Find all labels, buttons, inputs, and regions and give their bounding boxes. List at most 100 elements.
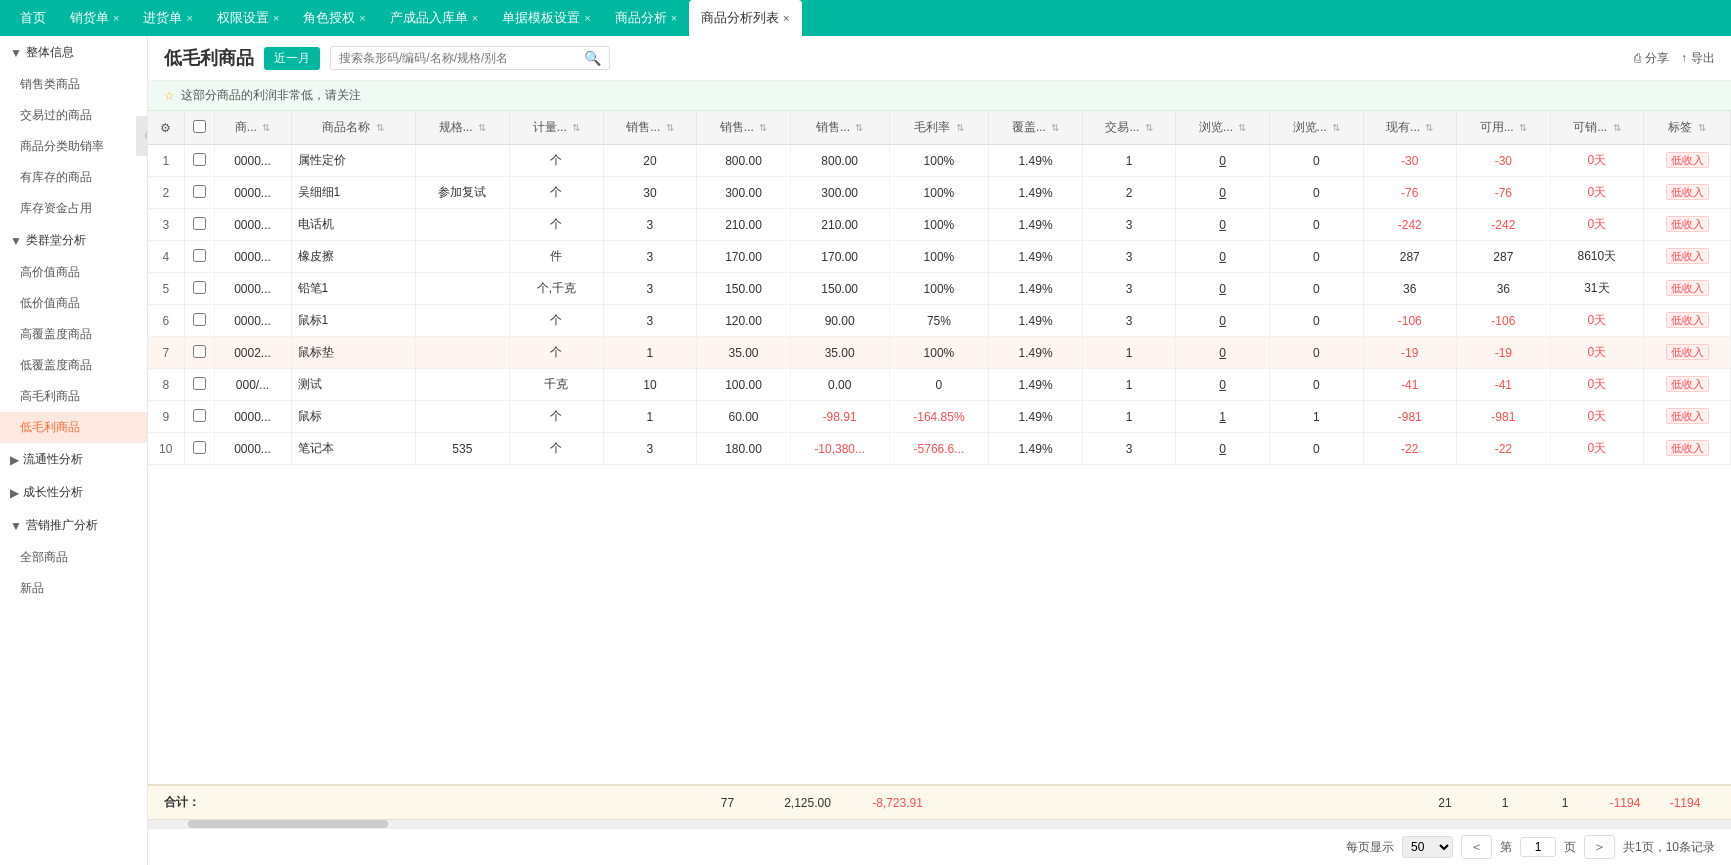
col-current-stock[interactable]: 现有... ⇅: [1363, 111, 1457, 145]
sidebar-item-traded-products[interactable]: 交易过的商品: [0, 100, 147, 131]
prev-page-button[interactable]: ＜: [1461, 835, 1492, 859]
row-checkbox-cell[interactable]: [184, 401, 214, 433]
row-checkbox-cell[interactable]: [184, 273, 214, 305]
nav-purchase-order[interactable]: 进货单 ×: [131, 0, 204, 36]
export-button[interactable]: ↑ 导出: [1681, 50, 1715, 67]
nav-product-analysis-list[interactable]: 商品分析列表 ×: [689, 0, 801, 36]
col-code[interactable]: 商... ⇅: [214, 111, 291, 145]
row-checkbox-cell[interactable]: [184, 209, 214, 241]
row-checkbox-cell[interactable]: [184, 145, 214, 177]
row-checkbox[interactable]: [193, 153, 206, 166]
sidebar-item-new-products[interactable]: 新品: [0, 573, 147, 604]
sidebar-group-cluster[interactable]: ▼ 类群堂分析: [0, 224, 147, 257]
sidebar-group-liquidity[interactable]: ▶ 流通性分析: [0, 443, 147, 476]
row-name[interactable]: 属性定价: [291, 145, 415, 177]
sidebar-item-all-products[interactable]: 全部商品: [0, 542, 147, 573]
sidebar-item-sales-products[interactable]: 销售类商品: [0, 69, 147, 100]
row-name[interactable]: 橡皮擦: [291, 241, 415, 273]
nav-close-purchase-order[interactable]: ×: [186, 12, 192, 24]
row-checkbox[interactable]: [193, 281, 206, 294]
row-browse1[interactable]: 0: [1176, 209, 1270, 241]
nav-home[interactable]: 首页: [8, 0, 58, 36]
col-coverage[interactable]: 覆盖... ⇅: [989, 111, 1083, 145]
nav-close-role-auth[interactable]: ×: [359, 12, 365, 24]
sidebar-item-high-coverage[interactable]: 高覆盖度商品: [0, 319, 147, 350]
col-sales-qty[interactable]: 销售... ⇅: [603, 111, 697, 145]
page-number-input[interactable]: [1520, 837, 1556, 857]
sidebar-item-high-margin[interactable]: 高毛利商品: [0, 381, 147, 412]
row-checkbox[interactable]: [193, 441, 206, 454]
sidebar-item-stock-capital[interactable]: 库存资金占用: [0, 193, 147, 224]
row-browse1[interactable]: 0: [1176, 273, 1270, 305]
row-checkbox-cell[interactable]: [184, 369, 214, 401]
row-name[interactable]: 铅笔1: [291, 273, 415, 305]
row-checkbox-cell[interactable]: [184, 241, 214, 273]
row-name[interactable]: 吴细细1: [291, 177, 415, 209]
row-browse1[interactable]: 0: [1176, 369, 1270, 401]
row-checkbox[interactable]: [193, 409, 206, 422]
row-checkbox[interactable]: [193, 185, 206, 198]
col-browse2[interactable]: 浏览... ⇅: [1269, 111, 1363, 145]
sidebar-collapse-button[interactable]: 《: [136, 116, 148, 156]
sidebar-group-growth[interactable]: ▶ 成长性分析: [0, 476, 147, 509]
next-page-button[interactable]: ＞: [1584, 835, 1615, 859]
sidebar-group-overall[interactable]: ▼ 整体信息: [0, 36, 147, 69]
row-name[interactable]: 鼠标1: [291, 305, 415, 337]
row-checkbox[interactable]: [193, 217, 206, 230]
row-checkbox[interactable]: [193, 313, 206, 326]
row-checkbox-cell[interactable]: [184, 305, 214, 337]
nav-close-product-inbound[interactable]: ×: [472, 12, 478, 24]
sidebar-item-low-value[interactable]: 低价值商品: [0, 288, 147, 319]
search-input[interactable]: [339, 51, 584, 65]
nav-close-permissions[interactable]: ×: [273, 12, 279, 24]
row-checkbox[interactable]: [193, 345, 206, 358]
nav-product-analysis[interactable]: 商品分析 ×: [603, 0, 689, 36]
nav-role-auth[interactable]: 角色授权 ×: [291, 0, 377, 36]
col-unit[interactable]: 计量... ⇅: [510, 111, 604, 145]
row-checkbox-cell[interactable]: [184, 177, 214, 209]
col-available-stock[interactable]: 可用... ⇅: [1457, 111, 1551, 145]
col-checkbox[interactable]: [184, 111, 214, 145]
row-checkbox[interactable]: [193, 377, 206, 390]
nav-close-product-analysis-list[interactable]: ×: [783, 12, 789, 24]
row-name[interactable]: 电话机: [291, 209, 415, 241]
row-browse1[interactable]: 0: [1176, 145, 1270, 177]
row-browse1[interactable]: 1: [1176, 401, 1270, 433]
col-name[interactable]: 商品名称 ⇅: [291, 111, 415, 145]
sidebar-item-category-rate[interactable]: 商品分类助销率: [0, 131, 147, 162]
sidebar-item-low-coverage[interactable]: 低覆盖度商品: [0, 350, 147, 381]
nav-permissions[interactable]: 权限设置 ×: [205, 0, 291, 36]
nav-sales-order[interactable]: 销货单 ×: [58, 0, 131, 36]
row-name[interactable]: 鼠标: [291, 401, 415, 433]
nav-product-inbound[interactable]: 产成品入库单 ×: [378, 0, 490, 36]
col-transaction[interactable]: 交易... ⇅: [1082, 111, 1176, 145]
nav-close-sales-order[interactable]: ×: [113, 12, 119, 24]
sidebar-item-in-stock[interactable]: 有库存的商品: [0, 162, 147, 193]
row-browse1[interactable]: 0: [1176, 305, 1270, 337]
row-checkbox[interactable]: [193, 249, 206, 262]
nav-close-product-analysis[interactable]: ×: [671, 12, 677, 24]
row-browse1[interactable]: 0: [1176, 337, 1270, 369]
page-size-select[interactable]: 50 100 200: [1402, 836, 1453, 858]
row-name[interactable]: 鼠标垫: [291, 337, 415, 369]
row-name[interactable]: 测试: [291, 369, 415, 401]
nav-close-template-settings[interactable]: ×: [584, 12, 590, 24]
col-sellable-days[interactable]: 可销... ⇅: [1550, 111, 1644, 145]
select-all-checkbox[interactable]: [193, 120, 206, 133]
row-browse1[interactable]: 0: [1176, 241, 1270, 273]
col-browse1[interactable]: 浏览... ⇅: [1176, 111, 1270, 145]
row-name[interactable]: 笔记本: [291, 433, 415, 465]
scrollbar-thumb[interactable]: [188, 820, 388, 828]
row-checkbox-cell[interactable]: [184, 433, 214, 465]
sidebar-group-marketing[interactable]: ▼ 营销推广分析: [0, 509, 147, 542]
row-browse1[interactable]: 0: [1176, 177, 1270, 209]
col-tag[interactable]: 标签 ⇅: [1644, 111, 1731, 145]
col-gross-margin[interactable]: 毛利率 ⇅: [889, 111, 989, 145]
search-icon[interactable]: 🔍: [584, 50, 601, 66]
col-spec[interactable]: 规格... ⇅: [415, 111, 510, 145]
sidebar-item-high-value[interactable]: 高价值商品: [0, 257, 147, 288]
col-sales-amount[interactable]: 销售... ⇅: [697, 111, 791, 145]
col-sales-profit[interactable]: 销售... ⇅: [790, 111, 889, 145]
horizontal-scrollbar[interactable]: [148, 820, 1731, 828]
share-button[interactable]: ⎙ 分享: [1634, 50, 1669, 67]
